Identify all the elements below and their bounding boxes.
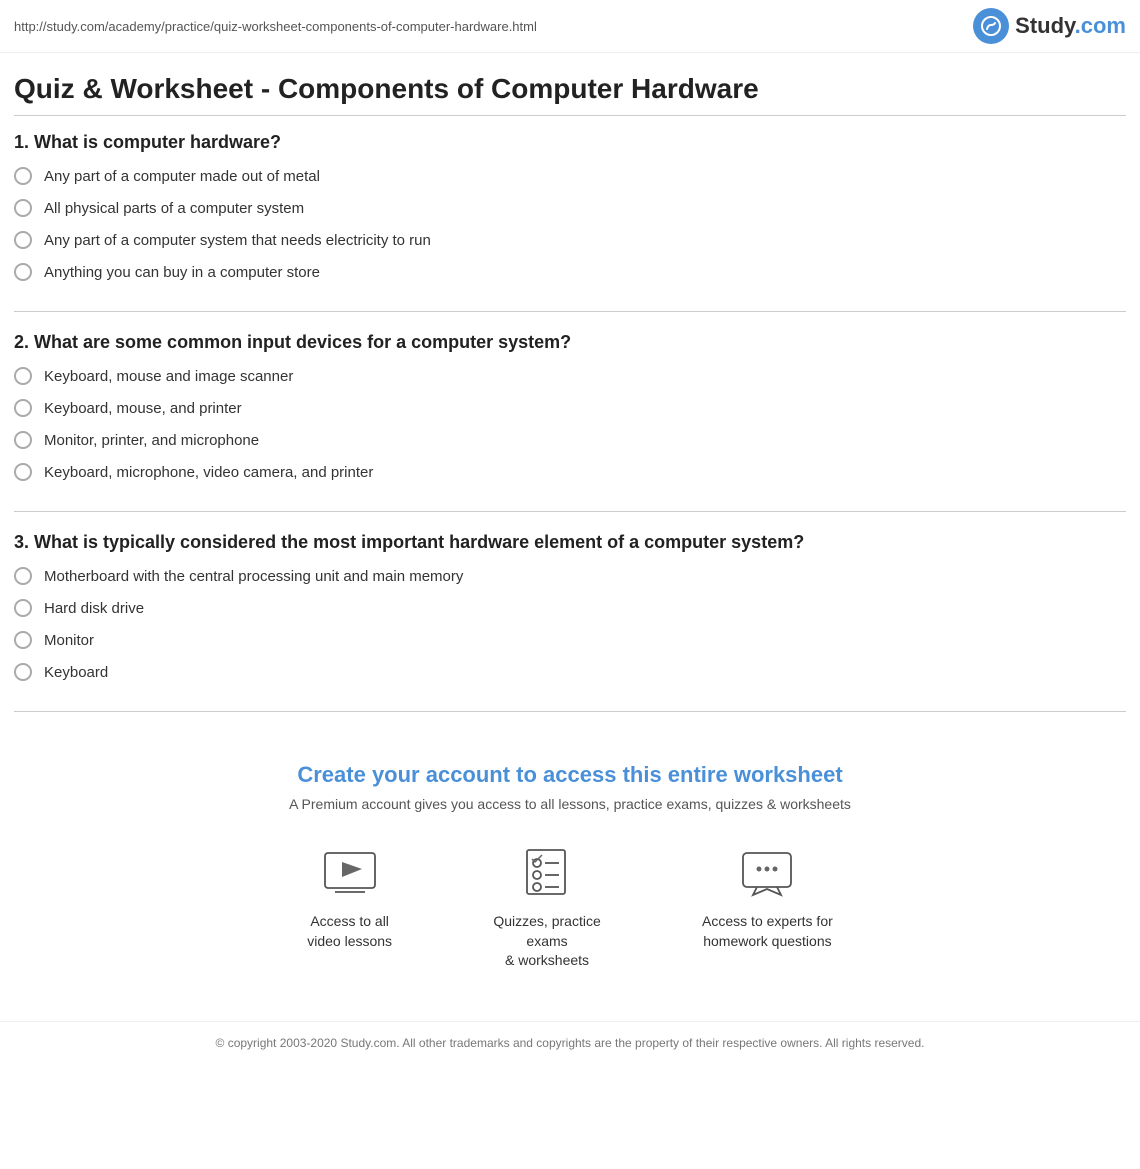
cta-title: Create your account to access this entir…	[34, 762, 1106, 788]
cta-section: Create your account to access this entir…	[14, 732, 1126, 1021]
logo: Study.com	[973, 8, 1126, 44]
footer: © copyright 2003-2020 Study.com. All oth…	[0, 1021, 1140, 1064]
radio-q1-opt4[interactable]	[14, 263, 32, 281]
label-q1-opt1: Any part of a computer made out of metal	[44, 168, 320, 185]
question-2-text: 2. What are some common input devices fo…	[14, 332, 1126, 353]
feature-experts-label: Access to experts forhomework questions	[702, 912, 833, 951]
label-q3-opt3: Monitor	[44, 632, 94, 649]
question-3-option-1[interactable]: Motherboard with the central processing …	[14, 567, 1126, 585]
question-3-text: 3. What is typically considered the most…	[14, 532, 1126, 553]
question-3-option-3[interactable]: Monitor	[14, 631, 1126, 649]
features-row: Access to allvideo lessons	[34, 842, 1106, 971]
logo-text: Study.com	[1015, 13, 1126, 39]
question-1: 1. What is computer hardware? Any part of…	[14, 132, 1126, 281]
label-q3-opt2: Hard disk drive	[44, 600, 144, 617]
radio-q1-opt1[interactable]	[14, 167, 32, 185]
question-3-option-4[interactable]: Keyboard	[14, 663, 1126, 681]
label-q3-opt4: Keyboard	[44, 664, 108, 681]
experts-icon	[737, 842, 797, 902]
radio-q3-opt3[interactable]	[14, 631, 32, 649]
feature-quizzes: Quizzes, practice exams& worksheets	[472, 842, 622, 971]
label-q1-opt2: All physical parts of a computer system	[44, 200, 304, 217]
main-content: Quiz & Worksheet - Components of Compute…	[0, 53, 1140, 1021]
feature-quizzes-label: Quizzes, practice exams& worksheets	[472, 912, 622, 971]
question-divider-2	[14, 511, 1126, 512]
url-bar: http://study.com/academy/practice/quiz-w…	[0, 0, 1140, 53]
radio-q1-opt2[interactable]	[14, 199, 32, 217]
section-divider	[14, 711, 1126, 712]
cta-subtitle: A Premium account gives you access to al…	[34, 796, 1106, 812]
label-q2-opt3: Monitor, printer, and microphone	[44, 432, 259, 449]
feature-experts: Access to experts forhomework questions	[702, 842, 833, 971]
label-q3-opt1: Motherboard with the central processing …	[44, 568, 463, 585]
question-2-option-3[interactable]: Monitor, printer, and microphone	[14, 431, 1126, 449]
radio-q3-opt4[interactable]	[14, 663, 32, 681]
question-2: 2. What are some common input devices fo…	[14, 332, 1126, 481]
radio-q2-opt2[interactable]	[14, 399, 32, 417]
radio-q3-opt1[interactable]	[14, 567, 32, 585]
question-1-option-1[interactable]: Any part of a computer made out of metal	[14, 167, 1126, 185]
feature-video-label: Access to allvideo lessons	[307, 912, 392, 951]
label-q2-opt2: Keyboard, mouse, and printer	[44, 400, 242, 417]
video-icon	[320, 842, 380, 902]
quizzes-icon	[517, 842, 577, 902]
question-1-option-3[interactable]: Any part of a computer system that needs…	[14, 231, 1126, 249]
radio-q3-opt2[interactable]	[14, 599, 32, 617]
label-q1-opt3: Any part of a computer system that needs…	[44, 232, 431, 249]
question-divider-1	[14, 311, 1126, 312]
question-3-option-2[interactable]: Hard disk drive	[14, 599, 1126, 617]
question-1-option-2[interactable]: All physical parts of a computer system	[14, 199, 1126, 217]
questions-container: 1. What is computer hardware? Any part of…	[14, 132, 1126, 681]
radio-q2-opt3[interactable]	[14, 431, 32, 449]
question-3: 3. What is typically considered the most…	[14, 532, 1126, 681]
question-1-text: 1. What is computer hardware?	[14, 132, 1126, 153]
question-2-option-4[interactable]: Keyboard, microphone, video camera, and …	[14, 463, 1126, 481]
page-title: Quiz & Worksheet - Components of Compute…	[14, 73, 1126, 116]
question-2-option-2[interactable]: Keyboard, mouse, and printer	[14, 399, 1126, 417]
radio-q1-opt3[interactable]	[14, 231, 32, 249]
label-q1-opt4: Anything you can buy in a computer store	[44, 264, 320, 281]
radio-q2-opt4[interactable]	[14, 463, 32, 481]
logo-icon	[973, 8, 1009, 44]
question-2-option-1[interactable]: Keyboard, mouse and image scanner	[14, 367, 1126, 385]
label-q2-opt1: Keyboard, mouse and image scanner	[44, 368, 293, 385]
url-text: http://study.com/academy/practice/quiz-w…	[14, 19, 537, 34]
radio-q2-opt1[interactable]	[14, 367, 32, 385]
label-q2-opt4: Keyboard, microphone, video camera, and …	[44, 464, 373, 481]
feature-video: Access to allvideo lessons	[307, 842, 392, 971]
question-1-option-4[interactable]: Anything you can buy in a computer store	[14, 263, 1126, 281]
footer-text: © copyright 2003-2020 Study.com. All oth…	[216, 1036, 925, 1050]
